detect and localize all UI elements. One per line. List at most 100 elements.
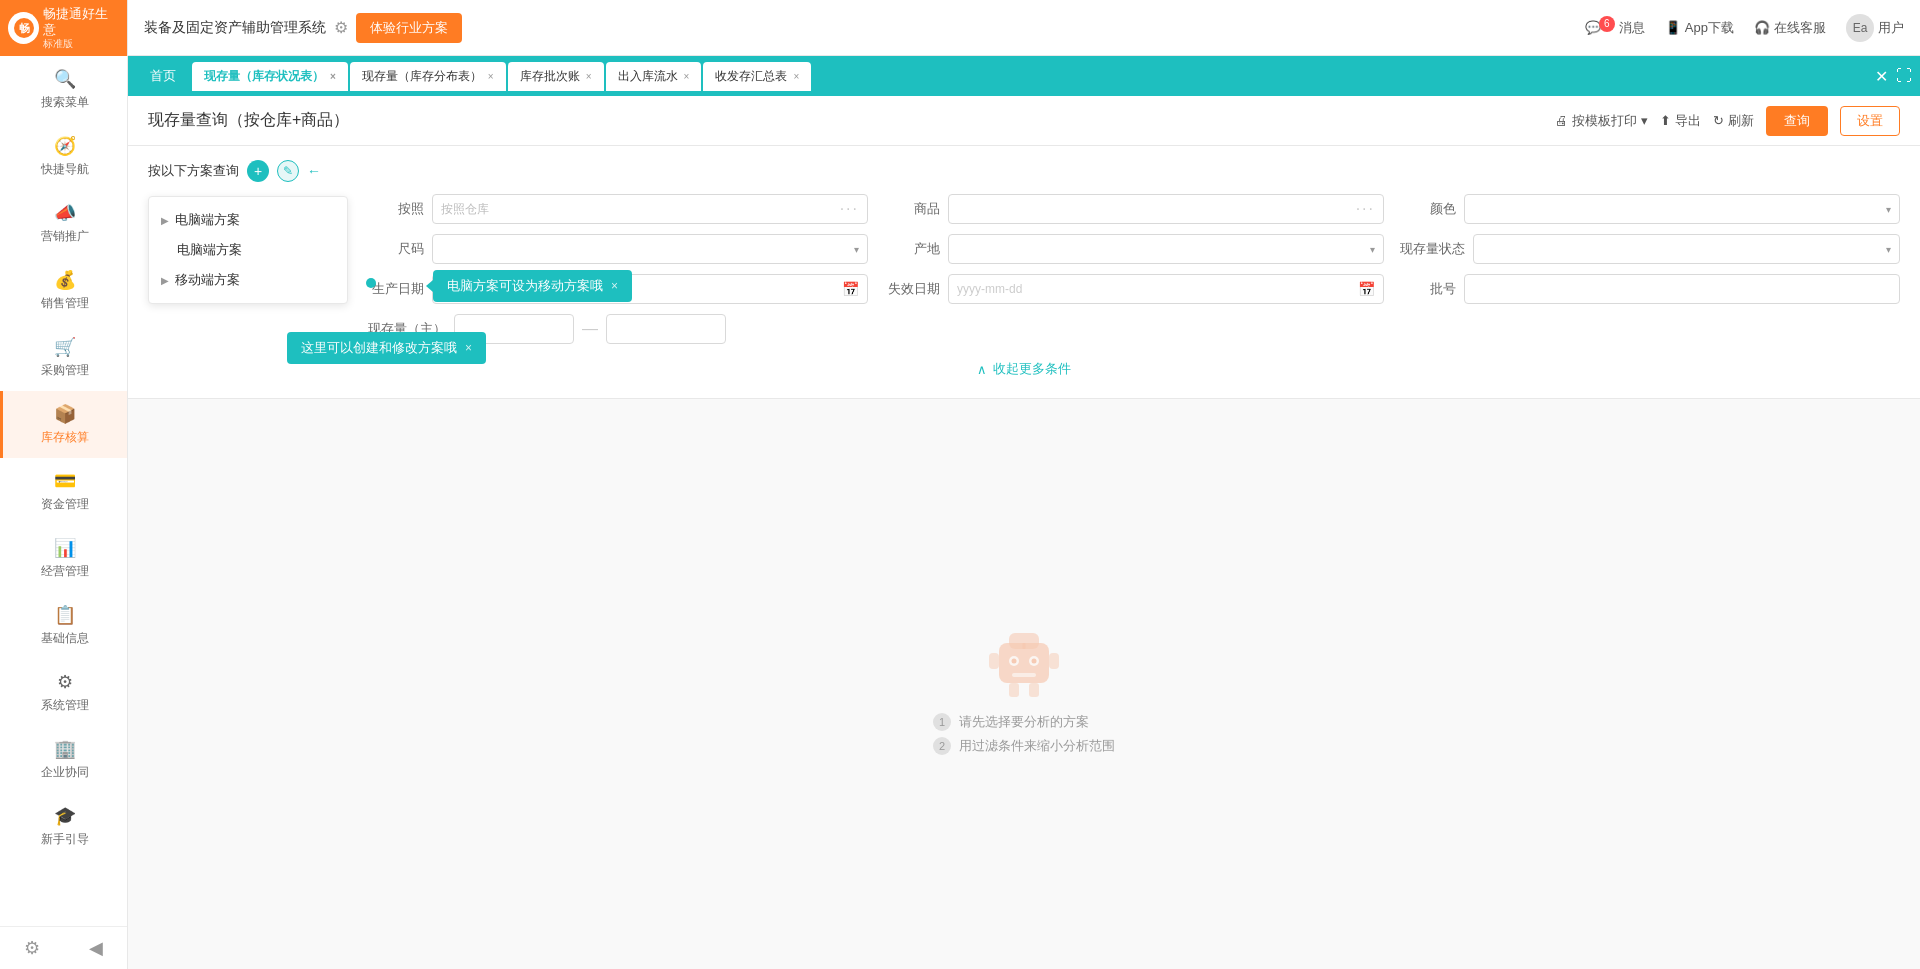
app-label: App下载 (1685, 19, 1734, 37)
tabs-actions: ✕ ⛶ (1875, 67, 1912, 86)
sidebar-item-inventory[interactable]: 📦 库存核算 (0, 391, 127, 458)
expire-date-input[interactable]: yyyy-mm-dd 📅 (948, 274, 1384, 304)
filter-add-btn[interactable]: + (247, 160, 269, 182)
user-label: 用户 (1878, 19, 1904, 37)
tip-text-1: 请先选择要分析的方案 (959, 713, 1089, 731)
tab-inventory-status[interactable]: 现存量（库存状况表） × (192, 62, 348, 91)
purchase-icon: 🛒 (54, 336, 76, 358)
tab-close-icon[interactable]: × (793, 71, 799, 82)
scheme-panel: ▶ 电脑端方案 电脑端方案 ▶ 移动端方案 (148, 196, 348, 304)
size-select[interactable]: ▾ (432, 234, 868, 264)
collapse-sidebar-icon[interactable]: ◀ (89, 937, 103, 959)
stock-status-select[interactable]: ▾ (1473, 234, 1900, 264)
system-icon: ⚙ (57, 671, 73, 693)
filter-fields: 按照 按照仓库 ··· 商品 ··· 颜色 ▾ (368, 194, 1900, 344)
sidebar: 畅 畅捷通好生意 标准版 🔍 搜索菜单 🧭 快捷导航 📣 营销推广 💰 销售管理… (0, 0, 128, 969)
sidebar-item-label: 企业协同 (41, 764, 89, 781)
sidebar-item-guide[interactable]: 🎓 新手引导 (0, 793, 127, 860)
tooltip-pc-close[interactable]: × (611, 279, 618, 293)
scheme-pc-group[interactable]: ▶ 电脑端方案 (149, 205, 347, 235)
filter-edit-btn[interactable]: ✎ (277, 160, 299, 182)
tab-close-icon[interactable]: × (330, 71, 336, 82)
product-input[interactable]: ··· (948, 194, 1384, 224)
tooltip-edit-close[interactable]: × (465, 341, 472, 355)
expire-date-calendar-icon: 📅 (1358, 281, 1375, 297)
svg-rect-13 (1029, 683, 1039, 697)
filter-label: 按以下方案查询 (148, 162, 239, 180)
sidebar-item-enterprise[interactable]: 🏢 企业协同 (0, 726, 127, 793)
topbar-settings-icon[interactable]: ⚙ (334, 18, 348, 37)
tab-in-out-flow[interactable]: 出入库流水 × (606, 62, 702, 91)
logo-subtitle: 标准版 (43, 38, 119, 50)
svg-rect-10 (989, 653, 999, 669)
message-item[interactable]: 💬 6 消息 (1585, 19, 1645, 37)
tooltip-pc: 电脑方案可设为移动方案哦 × (433, 270, 632, 302)
filter-arrow-btn[interactable]: ← (307, 163, 321, 179)
tab-batch-account[interactable]: 库存批次账 × (508, 62, 604, 91)
tab-label: 收发存汇总表 (715, 68, 787, 85)
support-icon: 🎧 (1754, 20, 1770, 35)
tab-close-icon[interactable]: × (488, 71, 494, 82)
refresh-icon: ↻ (1713, 113, 1724, 128)
sidebar-item-label: 采购管理 (41, 362, 89, 379)
tab-close-icon[interactable]: × (586, 71, 592, 82)
scheme-mobile-group[interactable]: ▶ 移动端方案 (149, 265, 347, 295)
field-warehouse: 按照 按照仓库 ··· (368, 194, 868, 224)
sidebar-item-marketing[interactable]: 📣 营销推广 (0, 190, 127, 257)
color-chevron-icon: ▾ (1886, 204, 1891, 215)
product-dots-icon: ··· (1356, 200, 1375, 218)
tooltip-pc-text: 电脑方案可设为移动方案哦 (447, 277, 603, 295)
sidebar-item-search-menu[interactable]: 🔍 搜索菜单 (0, 56, 127, 123)
export-btn[interactable]: ⬆ 导出 (1660, 112, 1701, 130)
collapse-up-icon: ∧ (977, 362, 987, 377)
refresh-btn[interactable]: ↻ 刷新 (1713, 112, 1754, 130)
tooltip-edit-text: 这里可以创建和修改方案哦 (301, 339, 457, 357)
filter-row-1: 按照 按照仓库 ··· 商品 ··· 颜色 ▾ (368, 194, 1900, 224)
sidebar-item-label: 营销推广 (41, 228, 89, 245)
sidebar-item-operations[interactable]: 📊 经营管理 (0, 525, 127, 592)
fullscreen-icon[interactable]: ⛶ (1896, 67, 1912, 86)
tab-home[interactable]: 首页 (136, 61, 190, 91)
settings-icon[interactable]: ⚙ (24, 937, 40, 959)
sidebar-item-quick-nav[interactable]: 🧭 快捷导航 (0, 123, 127, 190)
scheme-pc-item[interactable]: 电脑端方案 (149, 235, 347, 265)
search-menu-icon: 🔍 (54, 68, 76, 90)
experience-btn[interactable]: 体验行业方案 (356, 13, 462, 43)
tab-inventory-dist[interactable]: 现存量（库存分布表） × (350, 62, 506, 91)
set-button[interactable]: 设置 (1840, 106, 1900, 136)
sidebar-item-label: 基础信息 (41, 630, 89, 647)
topbar: 装备及固定资产辅助管理系统 ⚙ 体验行业方案 💬 6 消息 📱 App下载 🎧 … (128, 0, 1920, 56)
user-item[interactable]: Ea 用户 (1846, 14, 1904, 42)
sidebar-item-system[interactable]: ⚙ 系统管理 (0, 659, 127, 726)
sidebar-item-label: 销售管理 (41, 295, 89, 312)
warehouse-input[interactable]: 按照仓库 ··· (432, 194, 868, 224)
query-button[interactable]: 查询 (1766, 106, 1828, 136)
origin-select[interactable]: ▾ (948, 234, 1384, 264)
empty-tip-2: 2 用过滤条件来缩小分析范围 (933, 737, 1115, 755)
print-template-btn[interactable]: 🖨 按模板打印 ▾ (1555, 112, 1648, 130)
sidebar-item-sales[interactable]: 💰 销售管理 (0, 257, 127, 324)
size-chevron-icon: ▾ (854, 244, 859, 255)
svg-rect-11 (1049, 653, 1059, 669)
tab-close-icon[interactable]: × (684, 71, 690, 82)
logo-icon: 畅 (8, 12, 39, 44)
batch-no-input[interactable] (1464, 274, 1900, 304)
stock-main-end-input[interactable] (606, 314, 726, 344)
sidebar-item-purchase[interactable]: 🛒 采购管理 (0, 324, 127, 391)
close-all-tabs-icon[interactable]: ✕ (1875, 67, 1888, 86)
system-name: 装备及固定资产辅助管理系统 (144, 19, 326, 37)
printer-icon: 🖨 (1555, 113, 1568, 128)
sidebar-item-finance[interactable]: 💳 资金管理 (0, 458, 127, 525)
app-download-item[interactable]: 📱 App下载 (1665, 19, 1734, 37)
print-chevron-icon: ▾ (1641, 113, 1648, 128)
tab-receive-summary[interactable]: 收发存汇总表 × (703, 62, 811, 91)
print-template-label: 按模板打印 (1572, 112, 1637, 130)
sidebar-item-basic-info[interactable]: 📋 基础信息 (0, 592, 127, 659)
support-item[interactable]: 🎧 在线客服 (1754, 19, 1826, 37)
color-select[interactable]: ▾ (1464, 194, 1900, 224)
quick-nav-icon: 🧭 (54, 135, 76, 157)
sales-icon: 💰 (54, 269, 76, 291)
support-label: 在线客服 (1774, 19, 1826, 37)
field-stock-status: 现存量状态 ▾ (1400, 234, 1900, 264)
logo-area: 畅 畅捷通好生意 标准版 (0, 0, 127, 56)
